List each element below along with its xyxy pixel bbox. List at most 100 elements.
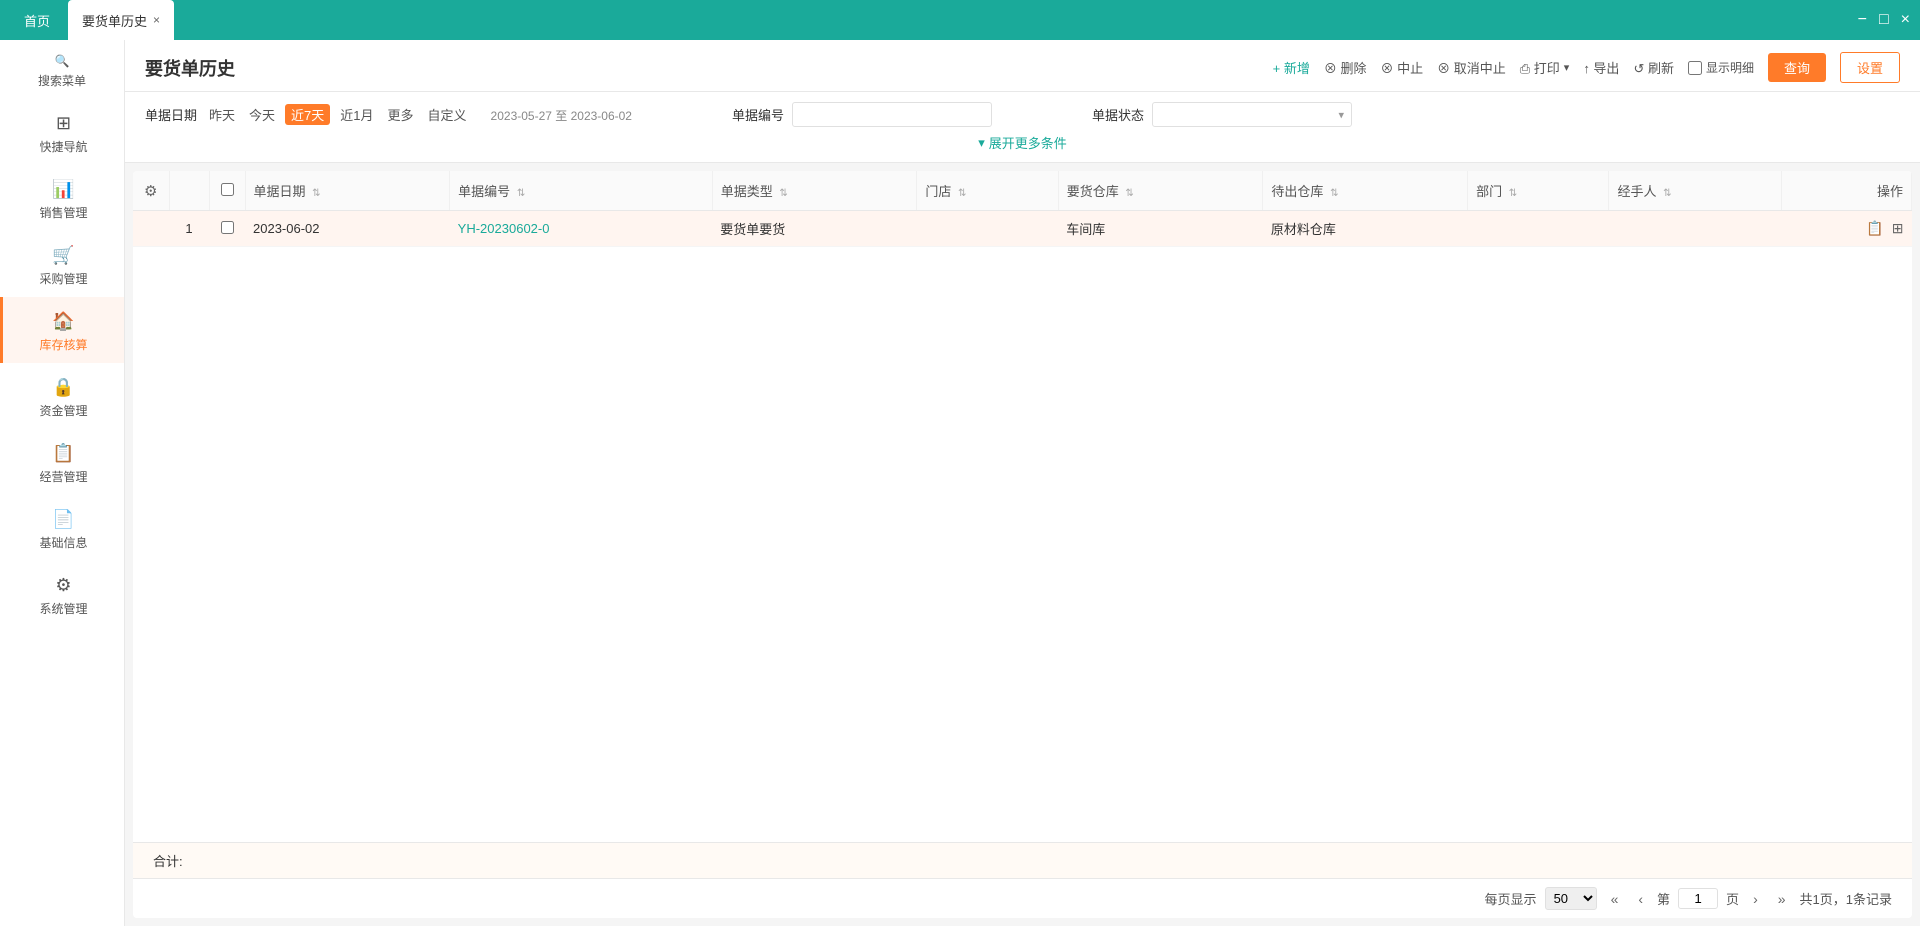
td-doc-no: YH-20230602-0: [450, 211, 713, 247]
minimize-icon[interactable]: −: [1858, 11, 1867, 29]
toolbar: + 新增 ⊗ 删除 ⊗ 中止 ⊗ 取消中止 ⎙ 打印 ▾ ↑ 导出: [1273, 52, 1900, 83]
window-controls: − □ ×: [1858, 11, 1910, 29]
th-date-label: 单据日期: [254, 184, 306, 199]
stop-button-label: ⊗ 中止: [1381, 58, 1424, 77]
sidebar-item-basic[interactable]: 📄 基础信息: [0, 495, 124, 561]
tab-requisition-history[interactable]: 要货单历史 ×: [68, 0, 174, 40]
maximize-icon[interactable]: □: [1879, 11, 1889, 29]
sidebar-item-purchase[interactable]: 🛒 采购管理: [0, 231, 124, 297]
close-window-icon[interactable]: ×: [1901, 11, 1910, 29]
th-checkbox: [209, 171, 245, 211]
date-opt-custom[interactable]: 自定义: [424, 104, 471, 125]
row-edit-icon-1[interactable]: 📋: [1866, 220, 1883, 237]
next-page-btn[interactable]: ›: [1747, 889, 1764, 909]
page-size-select[interactable]: 50 10 20 100: [1545, 887, 1597, 910]
stop-button[interactable]: ⊗ 中止: [1381, 58, 1424, 77]
query-button[interactable]: 查询: [1768, 53, 1826, 82]
delete-button[interactable]: ⊗ 删除: [1324, 58, 1367, 77]
search-icon: 🔍: [55, 54, 70, 68]
new-button[interactable]: + 新增: [1273, 58, 1310, 77]
td-department: [1468, 211, 1609, 247]
cancel-stop-button[interactable]: ⊗ 取消中止: [1437, 58, 1506, 77]
prev-page-btn[interactable]: ‹: [1632, 889, 1649, 909]
column-settings-icon[interactable]: ⚙: [144, 183, 157, 200]
row-delete-icon-1[interactable]: ⊞: [1892, 220, 1904, 237]
row-req-warehouse-1: 车间库: [1066, 222, 1105, 237]
row-ops-cell-1: 📋 ⊞: [1790, 220, 1904, 237]
sidebar-item-sales[interactable]: 📊 销售管理: [0, 165, 124, 231]
export-button[interactable]: ↑ 导出: [1583, 58, 1619, 77]
th-date[interactable]: 单据日期 ⇅: [245, 171, 450, 211]
print-button[interactable]: ⎙ 打印 ▾: [1520, 58, 1570, 77]
last-page-btn[interactable]: »: [1772, 889, 1792, 909]
th-req-warehouse[interactable]: 要货仓库 ⇅: [1058, 171, 1263, 211]
sort-date-icon[interactable]: ⇅: [312, 188, 320, 199]
refresh-button-label: ↺ 刷新: [1633, 58, 1674, 77]
doc-no-input[interactable]: [792, 102, 992, 127]
th-settings: ⚙: [133, 171, 169, 211]
sidebar-item-system-label: 系统管理: [39, 600, 87, 617]
td-doc-type: 要货单要货: [712, 211, 917, 247]
th-doc-type[interactable]: 单据类型 ⇅: [712, 171, 917, 211]
th-doc-no-label: 单据编号: [458, 184, 510, 199]
th-store-label: 门店: [925, 184, 951, 199]
td-store: [917, 211, 1058, 247]
table-row: 1 2023-06-02 YH-20230602-0: [133, 211, 1912, 247]
td-req-warehouse: 车间库: [1058, 211, 1263, 247]
expand-more-btn[interactable]: ▾ 展开更多条件: [145, 133, 1900, 152]
sidebar-item-system[interactable]: ⚙ 系统管理: [0, 561, 124, 627]
sidebar-item-inventory[interactable]: 🏠 库存核算: [0, 297, 124, 363]
sidebar-search[interactable]: 🔍 搜索菜单: [0, 40, 124, 99]
sort-store-icon[interactable]: ⇅: [958, 188, 966, 199]
th-department[interactable]: 部门 ⇅: [1468, 171, 1609, 211]
expand-more-label: 展开更多条件: [989, 133, 1067, 152]
page-title: 要货单历史: [145, 55, 235, 81]
sort-doc-no-icon[interactable]: ⇅: [517, 188, 525, 199]
sort-handler-icon[interactable]: ⇅: [1663, 188, 1671, 199]
show-detail-toggle[interactable]: 显示明细: [1688, 59, 1754, 76]
select-all-checkbox[interactable]: [221, 183, 234, 196]
refresh-button[interactable]: ↺ 刷新: [1633, 58, 1674, 77]
sidebar-item-finance[interactable]: 🔒 资金管理: [0, 363, 124, 429]
row-index-1: 1: [185, 221, 192, 236]
th-pending-warehouse[interactable]: 待出仓库 ⇅: [1263, 171, 1468, 211]
sales-icon: 📊: [52, 179, 74, 200]
date-opt-last7days[interactable]: 近7天: [285, 104, 330, 125]
sort-doc-type-icon[interactable]: ⇅: [779, 188, 787, 199]
operations-icon: 📋: [52, 443, 74, 464]
sidebar-item-inventory-label: 库存核算: [39, 336, 87, 353]
td-checkbox: [209, 211, 245, 247]
show-detail-checkbox[interactable]: [1688, 61, 1702, 75]
print-button-label: ⎙ 打印: [1520, 58, 1560, 77]
settings-button[interactable]: 设置: [1840, 52, 1900, 83]
sort-pending-warehouse-icon[interactable]: ⇅: [1330, 188, 1338, 199]
sort-department-icon[interactable]: ⇅: [1509, 188, 1517, 199]
date-opt-yesterday[interactable]: 昨天: [205, 104, 239, 125]
page-number-input[interactable]: [1678, 888, 1718, 909]
th-req-warehouse-label: 要货仓库: [1067, 184, 1119, 199]
date-opt-last1month[interactable]: 近1月: [336, 104, 377, 125]
th-operations: 操作: [1782, 171, 1912, 211]
tab-home[interactable]: 首页: [10, 0, 64, 40]
date-opt-today[interactable]: 今天: [245, 104, 279, 125]
status-select[interactable]: [1152, 102, 1352, 127]
row-doc-no-link-1[interactable]: YH-20230602-0: [458, 221, 550, 236]
first-page-btn[interactable]: «: [1605, 889, 1625, 909]
th-index: [169, 171, 209, 211]
status-filter-group: 单据状态 ▾: [1092, 102, 1344, 127]
td-settings: [133, 211, 169, 247]
date-range-text: 2023-05-27 至 2023-06-02: [491, 107, 632, 124]
print-dropdown-icon[interactable]: ▾: [1564, 61, 1570, 74]
sidebar: 🔍 搜索菜单 ⊞ 快捷导航 📊 销售管理 🛒 采购管理 🏠 库存核算 🔒 资金管…: [0, 40, 125, 926]
th-handler[interactable]: 经手人 ⇅: [1609, 171, 1782, 211]
th-doc-no[interactable]: 单据编号 ⇅: [450, 171, 713, 211]
td-date: 2023-06-02: [245, 211, 450, 247]
date-opt-more[interactable]: 更多: [384, 104, 418, 125]
date-filter-label: 单据日期: [145, 105, 197, 124]
sidebar-item-operations[interactable]: 📋 经营管理: [0, 429, 124, 495]
th-store[interactable]: 门店 ⇅: [917, 171, 1058, 211]
tab-close-icon[interactable]: ×: [153, 13, 160, 27]
sort-req-warehouse-icon[interactable]: ⇅: [1125, 188, 1133, 199]
row-checkbox-1[interactable]: [221, 221, 234, 234]
sidebar-item-shortcut[interactable]: ⊞ 快捷导航: [0, 99, 124, 165]
